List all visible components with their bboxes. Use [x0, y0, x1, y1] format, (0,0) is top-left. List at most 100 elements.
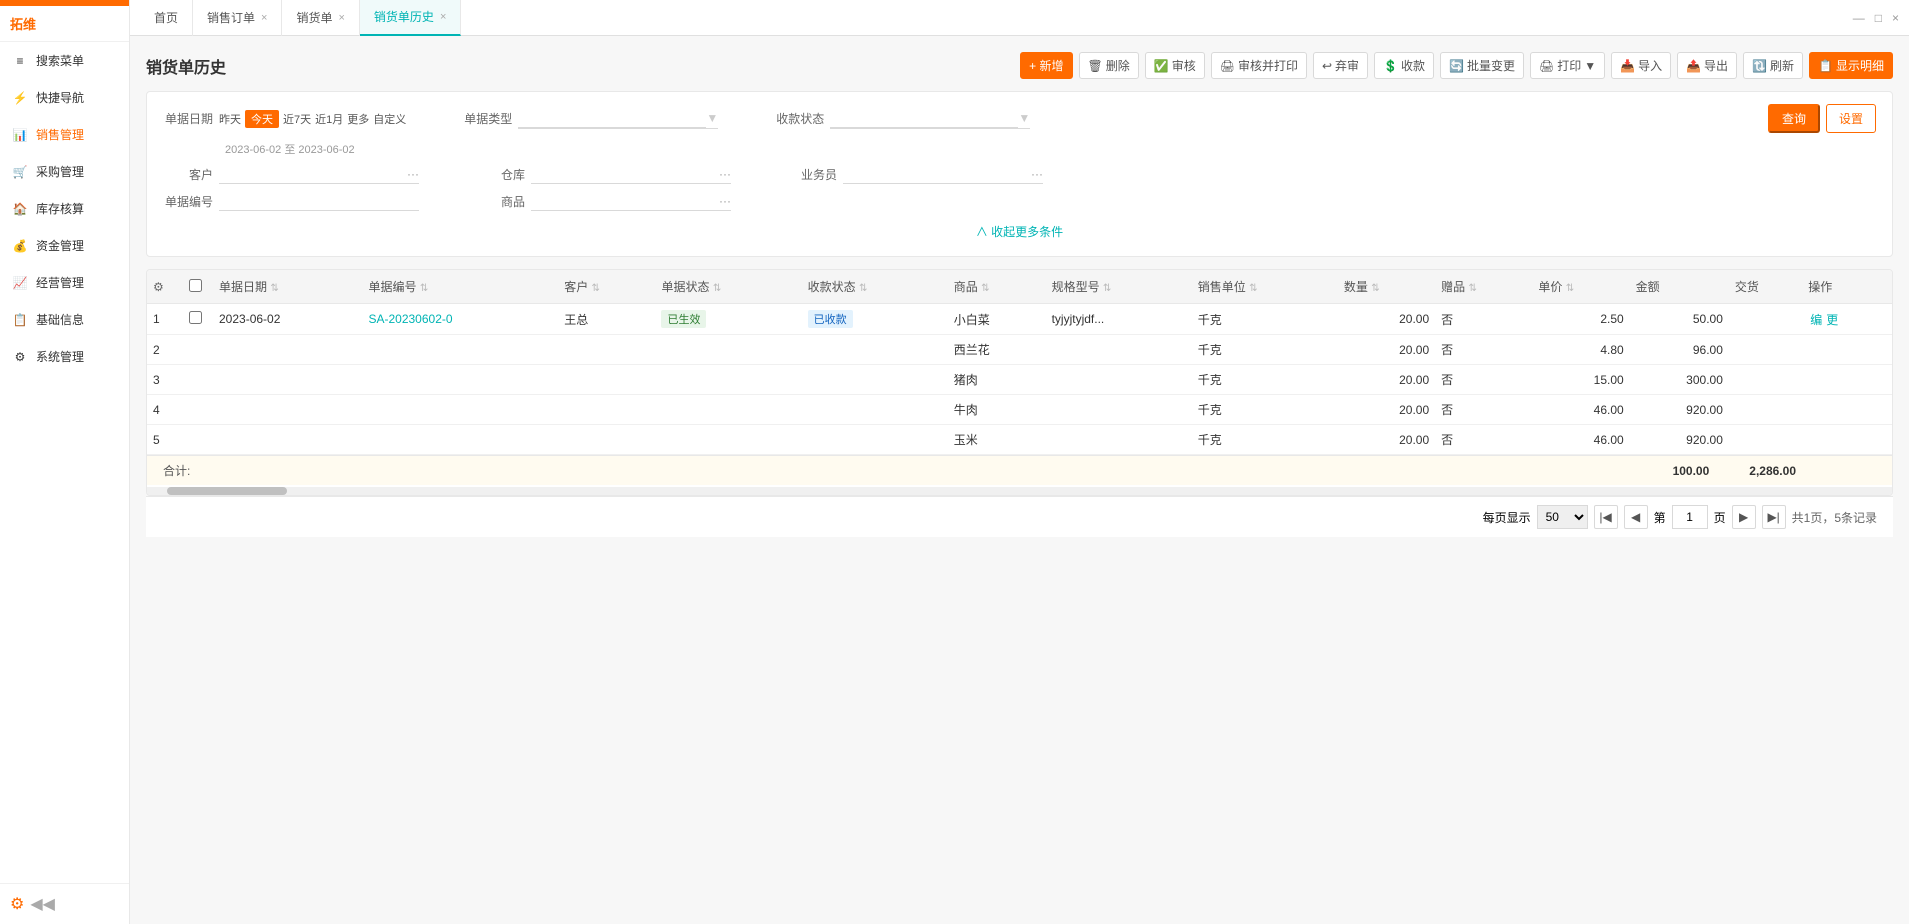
tab-sales-order[interactable]: 销售订单 × — [193, 0, 282, 36]
edit-link[interactable]: 编 — [1810, 313, 1822, 327]
cell-qty: 20.00 — [1338, 335, 1435, 365]
doc-type-input[interactable] — [518, 109, 706, 128]
tab-sales-history[interactable]: 销货单历史 × — [360, 0, 461, 36]
tab-sales-goods[interactable]: 销货单 × — [282, 0, 359, 36]
close-icon[interactable]: × — [1892, 11, 1899, 25]
sidebar-item-system-mgmt[interactable]: ⚙ 系统管理 — [0, 338, 129, 375]
date-today[interactable]: 今天 — [245, 110, 279, 128]
goods-filter: 商品 ··· — [475, 192, 731, 211]
warehouse-input[interactable] — [531, 165, 719, 183]
tab-sales-order-close[interactable]: × — [261, 12, 267, 24]
doc-number-filter: 单据编号 — [163, 192, 419, 211]
review-button[interactable]: ✅ 审核 — [1145, 52, 1205, 79]
more-conditions-toggle[interactable]: ∧ 收起更多条件 — [163, 219, 1876, 244]
show-detail-button[interactable]: 📋 显示明细 — [1809, 52, 1893, 79]
cell-unit-price: 46.00 — [1532, 395, 1629, 425]
minimize-icon[interactable]: — — [1853, 11, 1865, 25]
tab-sales-history-close[interactable]: × — [440, 11, 446, 23]
cell-doc-status — [655, 395, 801, 425]
collect-button[interactable]: 💲 收款 — [1374, 52, 1434, 79]
goods-input[interactable] — [531, 192, 719, 210]
cell-index: 4 — [147, 395, 183, 425]
goods-ellipsis[interactable]: ··· — [719, 194, 731, 208]
horizontal-scrollbar[interactable] — [147, 487, 1892, 495]
sidebar-item-search-menu[interactable]: ≡ 搜索菜单 — [0, 42, 129, 79]
prev-page-button[interactable]: ◀ — [1624, 505, 1648, 529]
cell-sales-unit: 千克 — [1192, 335, 1338, 365]
tab-home[interactable]: 首页 — [140, 0, 193, 36]
cell-qty: 20.00 — [1338, 304, 1435, 335]
row-checkbox[interactable] — [189, 311, 202, 324]
next-page-button[interactable]: ▶ — [1732, 505, 1756, 529]
collection-input[interactable] — [830, 109, 1018, 128]
cell-unit-price: 4.80 — [1532, 335, 1629, 365]
doc-status-badge: 已生效 — [661, 310, 706, 328]
col-spec-label: 规格型号 — [1052, 280, 1100, 294]
delete-button[interactable]: 🗑 删除 — [1079, 52, 1139, 79]
sidebar-item-operations[interactable]: 📈 经营管理 — [0, 264, 129, 301]
col-doc-date-sort[interactable]: ⇅ — [270, 283, 278, 294]
warehouse-ellipsis[interactable]: ··· — [719, 167, 731, 181]
col-spec-sort[interactable]: ⇅ — [1103, 283, 1111, 294]
date-1month[interactable]: 近1月 — [315, 111, 343, 127]
settings-button[interactable]: 设置 — [1826, 104, 1876, 133]
doc-number-link[interactable]: SA-20230602-0 — [368, 312, 452, 326]
new-button[interactable]: + 新增 — [1020, 52, 1072, 79]
last-page-button[interactable]: ▶| — [1762, 505, 1786, 529]
date-more[interactable]: 更多 — [347, 111, 369, 127]
col-doc-date-label: 单据日期 — [219, 280, 267, 294]
sidebar-item-purchase-mgmt[interactable]: 🛒 采购管理 — [0, 153, 129, 190]
sidebar-item-sales-mgmt[interactable]: 📊 销售管理 — [0, 116, 129, 153]
batch-change-button[interactable]: 🔄 批量变更 — [1440, 52, 1524, 79]
salesperson-ellipsis[interactable]: ··· — [1031, 167, 1043, 181]
sidebar-collapse-icon[interactable]: ◀◀ — [30, 894, 55, 914]
doc-number-input[interactable] — [219, 192, 419, 211]
more-link[interactable]: 更 — [1826, 313, 1838, 327]
sidebar-item-basic-info[interactable]: 📋 基础信息 — [0, 301, 129, 338]
col-doc-number-sort[interactable]: ⇅ — [420, 283, 428, 294]
table-row: 3 猪肉 千克 20.00 否 15.00 300.00 — [147, 365, 1892, 395]
scrollbar-thumb[interactable] — [167, 487, 287, 495]
collection-status-filter: 收款状态 ▼ — [774, 109, 1030, 129]
filter-panel: 单据日期 昨天 今天 近7天 近1月 更多 自定义 单据类型 ▼ — [146, 91, 1893, 257]
per-page-select[interactable]: 50 100 200 — [1537, 505, 1588, 529]
date-custom[interactable]: 自定义 — [373, 111, 406, 127]
export-button[interactable]: 📤 导出 — [1677, 52, 1737, 79]
sidebar-item-finance[interactable]: 💰 资金管理 — [0, 227, 129, 264]
abandon-button[interactable]: ↩ 弃审 — [1313, 52, 1368, 79]
date-7days[interactable]: 近7天 — [283, 111, 311, 127]
col-customer-sort[interactable]: ⇅ — [592, 283, 600, 294]
col-unit-price-sort[interactable]: ⇅ — [1566, 283, 1574, 294]
col-doc-status-sort[interactable]: ⇅ — [713, 283, 721, 294]
toolbar: + 新增 🗑 删除 ✅ 审核 🖨 审核并打印 ↩ 弃审 — [1020, 52, 1893, 79]
date-yesterday[interactable]: 昨天 — [219, 111, 241, 127]
print-button[interactable]: 🖨 打印 ▼ — [1530, 52, 1605, 79]
sidebar-item-label: 经营管理 — [36, 274, 84, 291]
col-qty-sort[interactable]: ⇅ — [1371, 283, 1379, 294]
cell-checkbox — [183, 395, 213, 425]
customer-input[interactable] — [219, 165, 407, 183]
col-sales-unit-sort[interactable]: ⇅ — [1249, 283, 1257, 294]
col-gift-sort[interactable]: ⇅ — [1469, 283, 1477, 294]
sidebar-item-inventory[interactable]: 🏠 库存核算 — [0, 190, 129, 227]
select-all-checkbox[interactable] — [189, 279, 202, 292]
refresh-button[interactable]: 🔃 刷新 — [1743, 52, 1803, 79]
salesperson-input[interactable] — [843, 165, 1031, 183]
search-menu-icon: ≡ — [12, 53, 28, 69]
page-number-input[interactable] — [1672, 505, 1708, 529]
maximize-icon[interactable]: □ — [1875, 11, 1882, 25]
import-button[interactable]: 📥 导入 — [1611, 52, 1671, 79]
sidebar-item-quick-nav[interactable]: ⚡ 快捷导航 — [0, 79, 129, 116]
query-buttons: 查询 设置 — [1768, 104, 1876, 133]
col-goods-sort[interactable]: ⇅ — [981, 283, 989, 294]
sidebar-settings-icon[interactable]: ⚙ — [10, 894, 24, 914]
review-print-button[interactable]: 🖨 审核并打印 — [1211, 52, 1307, 79]
salesperson-filter: 业务员 ··· — [787, 165, 1043, 184]
customer-ellipsis[interactable]: ··· — [407, 167, 419, 181]
first-page-button[interactable]: |◀ — [1594, 505, 1618, 529]
query-button[interactable]: 查询 — [1768, 104, 1820, 133]
col-collection-status-sort[interactable]: ⇅ — [859, 283, 867, 294]
tab-sales-goods-close[interactable]: × — [338, 12, 344, 24]
table-settings-icon[interactable]: ⚙ — [153, 280, 164, 294]
cell-sales-unit: 千克 — [1192, 395, 1338, 425]
